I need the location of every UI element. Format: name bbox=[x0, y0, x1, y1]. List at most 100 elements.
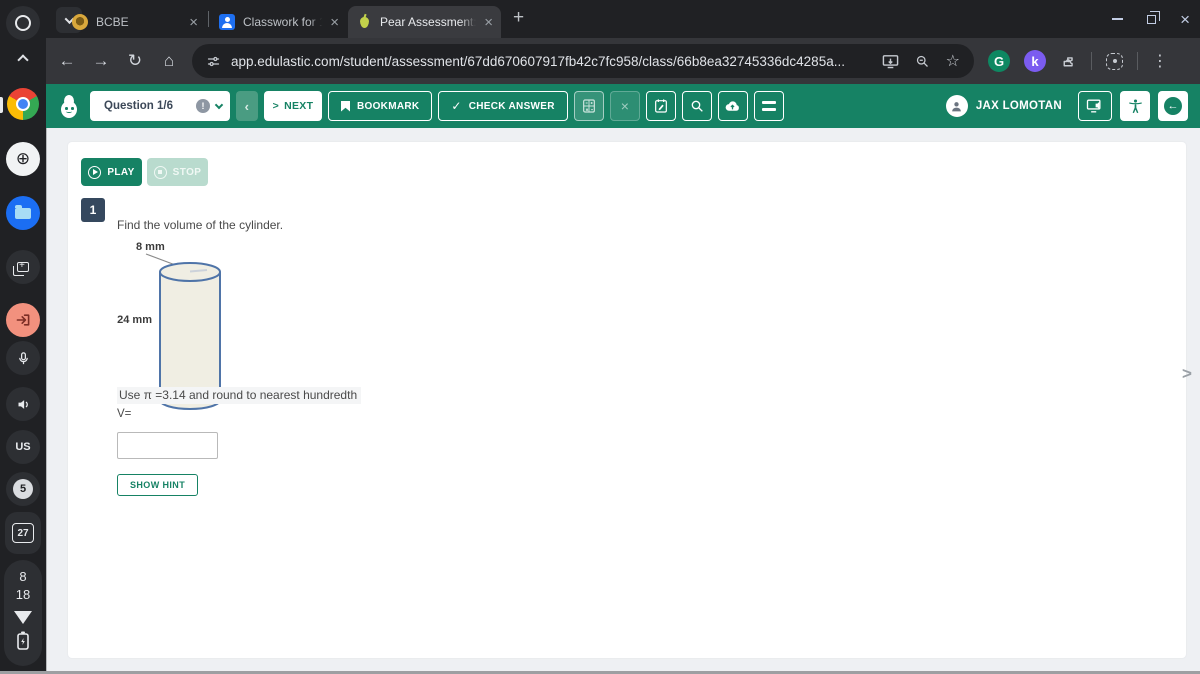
classwork-favicon bbox=[219, 14, 235, 30]
forward-button[interactable]: → bbox=[84, 51, 118, 71]
question-number-badge: 1 bbox=[81, 198, 105, 222]
answer-input[interactable] bbox=[117, 432, 218, 459]
radius-label: 8 mm bbox=[136, 241, 165, 253]
height-label: 24 mm bbox=[117, 314, 152, 326]
question-prompt: Find the volume of the cylinder. bbox=[117, 218, 284, 232]
new-tab-button[interactable]: + bbox=[513, 8, 524, 28]
home-button[interactable]: ⌂ bbox=[152, 51, 186, 71]
dictation-button[interactable] bbox=[6, 341, 40, 375]
browser-toolbar: ← → ↻ ⌂ app.edulastic.com/student/assess… bbox=[46, 38, 1200, 84]
kami-extension-icon[interactable]: k bbox=[1024, 50, 1046, 72]
launcher-button[interactable] bbox=[6, 6, 40, 40]
play-label: PLAY bbox=[107, 166, 135, 178]
restore-button[interactable] bbox=[1147, 10, 1160, 24]
magnify-tool-button[interactable] bbox=[681, 91, 712, 121]
close-tool-button[interactable]: × bbox=[609, 91, 640, 121]
instruction-text: Use π =3.14 and round to nearest hundred… bbox=[117, 387, 362, 404]
previous-question-button[interactable]: ‹ bbox=[236, 91, 258, 121]
pear-assessment-logo bbox=[58, 93, 80, 119]
screen-capture-app-icon[interactable]: ⊕ bbox=[6, 142, 40, 176]
calendar-button[interactable]: 27 bbox=[5, 512, 41, 554]
tab-strip: BCBE × Classwork for 1st Period - Barn ×… bbox=[46, 0, 1200, 38]
speaker-icon bbox=[18, 399, 28, 409]
shelf-expand-button[interactable] bbox=[6, 48, 40, 68]
scratchpad-tool-button[interactable] bbox=[645, 91, 676, 121]
pear-favicon bbox=[356, 14, 372, 30]
clipboard-app-icon[interactable] bbox=[6, 250, 40, 284]
immersive-reader-button[interactable] bbox=[1078, 91, 1112, 121]
notification-counter[interactable]: 5 bbox=[6, 472, 40, 506]
tab-classwork[interactable]: Classwork for 1st Period - Barn × bbox=[211, 6, 347, 38]
minimize-button[interactable] bbox=[1112, 18, 1124, 20]
user-avatar[interactable] bbox=[945, 95, 968, 117]
keyboard-layout-button[interactable]: US bbox=[6, 430, 40, 464]
exit-arrow-icon: ← bbox=[1164, 97, 1182, 115]
open-in-icon bbox=[16, 314, 30, 326]
next-question-button[interactable]: > NEXT bbox=[264, 91, 322, 121]
show-hint-button[interactable]: SHOW HINT bbox=[117, 474, 199, 496]
toolbar-user-area: JAX LOMOTAN ← bbox=[945, 91, 1188, 121]
close-tab-icon[interactable]: × bbox=[189, 15, 198, 30]
question-selector-dropdown[interactable]: Question 1/6 ! bbox=[90, 91, 230, 121]
clock-hour: 8 bbox=[19, 569, 27, 584]
upload-tool-button[interactable] bbox=[717, 91, 748, 121]
tab-pear-assessment[interactable]: Pear Assessment: Formative a × bbox=[348, 6, 501, 38]
next-label: NEXT bbox=[284, 100, 314, 112]
stop-icon bbox=[153, 165, 167, 179]
lines-icon bbox=[761, 101, 776, 111]
tab-separator bbox=[208, 11, 209, 27]
person-icon bbox=[952, 101, 962, 111]
chrome-app-icon[interactable] bbox=[7, 88, 39, 120]
tab-bcbe[interactable]: BCBE × bbox=[64, 6, 206, 38]
share-app-icon[interactable] bbox=[6, 303, 40, 337]
bookmark-page-icon[interactable]: ☆ bbox=[946, 51, 960, 71]
browser-menu-icon[interactable]: ⋮ bbox=[1152, 51, 1168, 71]
accessibility-button[interactable] bbox=[1120, 91, 1150, 121]
stop-label: STOP bbox=[172, 166, 202, 178]
extensions-area: G k ⋮ bbox=[988, 50, 1178, 72]
keyboard-layout-label: US bbox=[15, 441, 31, 453]
chevron-down-icon bbox=[214, 100, 224, 109]
chromeos-shelf: ⊕ US 5 27 8 18 bbox=[0, 0, 46, 674]
extensions-puzzle-icon[interactable] bbox=[1060, 53, 1077, 70]
toolbar-separator bbox=[1137, 52, 1138, 70]
battery-icon bbox=[17, 631, 29, 650]
url-text[interactable]: app.edulastic.com/student/assessment/67d… bbox=[231, 54, 866, 69]
clock-minute: 18 bbox=[15, 587, 31, 602]
check-answer-button[interactable]: ✓ CHECK ANSWER bbox=[438, 91, 568, 121]
scroll-right-chevron[interactable]: > bbox=[1182, 364, 1192, 384]
window-edge bbox=[46, 128, 47, 674]
install-app-button[interactable] bbox=[882, 54, 899, 69]
site-settings-icon[interactable] bbox=[206, 54, 221, 69]
bookmark-label: BOOKMARK bbox=[357, 100, 420, 112]
select-to-speak-button[interactable] bbox=[6, 387, 40, 421]
close-tab-icon[interactable]: × bbox=[330, 15, 339, 30]
chevron-up-icon bbox=[17, 54, 29, 66]
answer-prefix: V= bbox=[117, 408, 132, 420]
crosshair-plus-icon: ⊕ bbox=[15, 149, 31, 168]
calendar-icon: 27 bbox=[12, 523, 34, 543]
line-reader-tool-button[interactable] bbox=[753, 91, 784, 121]
bookmark-icon bbox=[341, 100, 350, 112]
back-button[interactable]: ← bbox=[50, 51, 84, 71]
play-audio-button[interactable]: PLAY bbox=[81, 158, 142, 186]
refresh-button[interactable]: ↻ bbox=[118, 51, 152, 71]
exit-assessment-button[interactable]: ← bbox=[1158, 91, 1188, 121]
files-app-icon[interactable] bbox=[6, 196, 40, 230]
zoom-out-indicator[interactable] bbox=[915, 54, 930, 69]
question-card: PLAY STOP 1 Find the volume of the cylin… bbox=[68, 142, 1186, 658]
stop-audio-button[interactable]: STOP bbox=[147, 158, 208, 186]
screen-capture-icon[interactable] bbox=[1106, 52, 1123, 70]
check-answer-label: CHECK ANSWER bbox=[468, 100, 555, 112]
user-name: JAX LOMOTAN bbox=[975, 100, 1062, 112]
calculator-tool-button[interactable] bbox=[573, 91, 604, 121]
question-selector-label: Question 1/6 bbox=[104, 100, 174, 112]
grammarly-extension-icon[interactable]: G bbox=[988, 50, 1010, 72]
tab-title: BCBE bbox=[96, 15, 129, 29]
bookmark-question-button[interactable]: BOOKMARK bbox=[328, 91, 433, 121]
close-window-button[interactable]: × bbox=[1180, 11, 1190, 28]
close-tab-icon[interactable]: × bbox=[484, 15, 493, 30]
bcbe-favicon bbox=[72, 14, 88, 30]
address-bar[interactable]: app.edulastic.com/student/assessment/67d… bbox=[192, 44, 974, 78]
status-tray[interactable]: 8 18 bbox=[4, 560, 42, 666]
